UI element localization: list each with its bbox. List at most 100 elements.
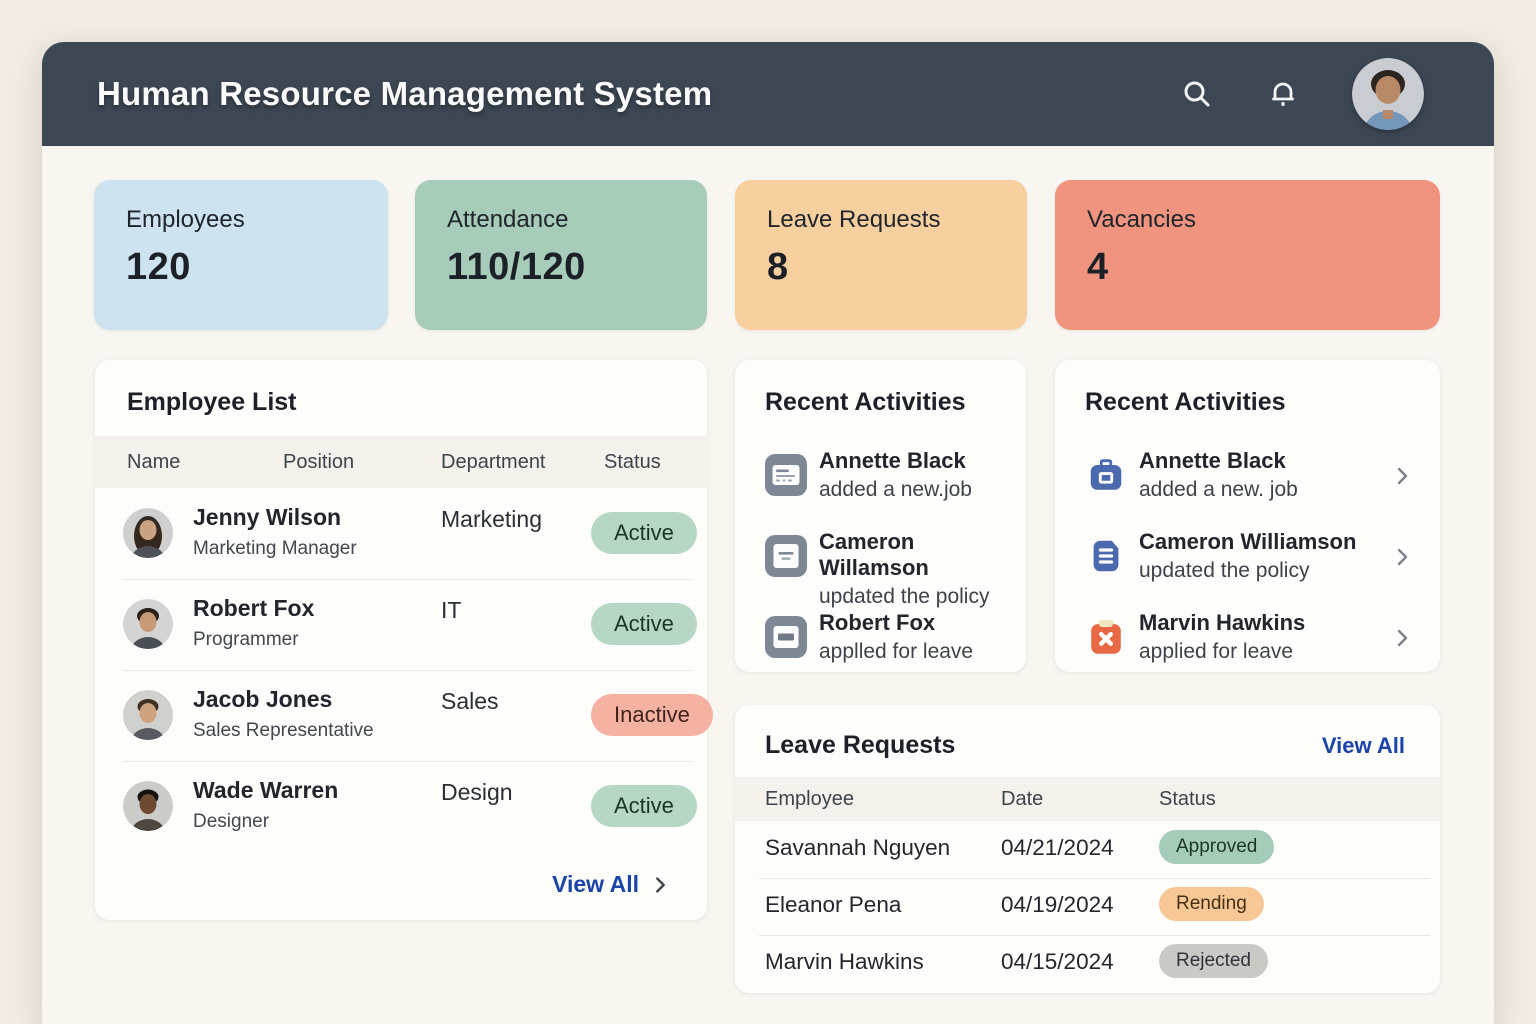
user-avatar[interactable] — [1352, 58, 1424, 130]
recent-activities-card-right: Recent Activities Annette Black added a … — [1055, 360, 1440, 672]
employee-list-view-all-link[interactable]: View All — [552, 871, 671, 898]
activity-action: added a new.job — [819, 478, 972, 501]
employee-name: Robert Fox — [193, 595, 315, 621]
leave-requests-view-all-link[interactable]: View All — [1322, 733, 1405, 759]
hrms-dashboard: Human Resource Management System Employe… — [0, 0, 1536, 1024]
column-header-employee: Employee — [765, 787, 854, 810]
employee-department: Sales — [441, 688, 499, 714]
leave-employee: Savannah Nguyen — [765, 835, 951, 860]
table-row[interactable]: Wade Warren Designer Design Active — [95, 761, 707, 852]
status-badge: Active — [591, 603, 697, 645]
chevron-right-icon[interactable] — [1390, 545, 1414, 569]
employee-list-card: Employee List Name Position Department S… — [95, 360, 713, 920]
list-item[interactable]: Annette Black added a new.job — [735, 442, 1026, 523]
chevron-right-icon[interactable] — [1390, 464, 1414, 488]
briefcase-icon — [1085, 454, 1127, 496]
column-header-position: Position — [283, 450, 355, 473]
employee-position: Programmer — [193, 629, 299, 650]
avatar — [123, 781, 173, 831]
column-header-department: Department — [441, 450, 546, 473]
stat-value: 8 — [767, 246, 789, 288]
recent-activities-card-left: Recent Activities Annette Black added a … — [735, 360, 1026, 672]
activity-person: Cameron Willamson — [819, 529, 929, 580]
app-window: Human Resource Management System Employe… — [42, 42, 1494, 1024]
document-icon — [1085, 535, 1127, 577]
column-header-name: Name — [127, 450, 181, 473]
table-row[interactable]: Jacob Jones Sales Representative Sales I… — [95, 670, 713, 761]
table-row[interactable]: Jenny Wilson Marketing Manager Marketing… — [95, 488, 707, 579]
list-item[interactable]: Cameron Williamson updated the policy — [1055, 523, 1440, 604]
table-row[interactable]: Savannah Nguyen 04/21/2024 Approved — [735, 821, 1440, 878]
stat-card-vacancies: Vacancies 4 — [1055, 180, 1440, 330]
stat-card-attendance: Attendance 110/120 — [415, 180, 707, 330]
avatar — [123, 508, 173, 558]
stat-label: Vacancies — [1087, 206, 1196, 233]
activity-list: Annette Black added a new. job Cameron W… — [1055, 442, 1440, 685]
status-badge: Rejected — [1159, 944, 1268, 978]
table-row[interactable]: Robert Fox Programmer IT Active — [95, 579, 707, 670]
leave-date: 04/15/2024 — [1001, 949, 1114, 974]
stat-value: 110/120 — [447, 246, 586, 288]
activity-text: Annette Black added a new. job — [1139, 448, 1298, 502]
status-badge: Approved — [1159, 830, 1275, 864]
activity-action: added a new. job — [1139, 478, 1298, 501]
stat-label: Attendance — [447, 206, 569, 233]
document-form-icon — [765, 454, 807, 496]
table-row[interactable]: Eleanor Pena 04/19/2024 Rending — [735, 878, 1440, 935]
employee-position: Designer — [193, 811, 270, 832]
stat-label: Employees — [126, 206, 245, 233]
activity-text: Cameron Williamson updated the policy — [1139, 529, 1356, 583]
chevron-right-icon — [656, 876, 665, 893]
activity-list: Annette Black added a new.job Cameron Wi… — [735, 442, 1026, 685]
clipboard-x-icon — [1085, 616, 1127, 658]
column-header-status: Status — [1159, 787, 1216, 810]
employee-name: Wade Warren — [193, 777, 339, 803]
activity-action: applled for leave — [819, 640, 974, 663]
notifications-bell-icon[interactable] — [1266, 77, 1300, 111]
view-all-label: View All — [1321, 733, 1405, 758]
stat-card-leave-requests: Leave Requests 8 — [735, 180, 1027, 330]
activity-person: Annette Black — [819, 448, 966, 473]
leave-table-body: Savannah Nguyen 04/21/2024 Approved Elea… — [735, 821, 1440, 992]
chevron-right-icon[interactable] — [1390, 626, 1414, 650]
activity-action: updated the policy — [1139, 559, 1310, 582]
document-solid-icon — [765, 616, 807, 658]
header-actions — [1180, 58, 1424, 130]
leave-date: 04/21/2024 — [1001, 835, 1114, 860]
search-icon[interactable] — [1180, 77, 1214, 111]
avatar — [123, 690, 173, 740]
leave-employee: Eleanor Pena — [765, 892, 902, 917]
status-badge: Inactive — [591, 694, 713, 736]
recent-activities-title: Recent Activities — [765, 388, 966, 416]
column-header-date: Date — [1001, 787, 1044, 810]
activity-action: applied for leave — [1139, 640, 1294, 663]
activity-person: Annette Black — [1139, 448, 1286, 473]
stat-label: Leave Requests — [767, 206, 941, 233]
document-lines-icon — [765, 535, 807, 577]
status-badge: Active — [591, 785, 697, 827]
employee-department: Design — [441, 779, 513, 805]
activity-text: Marvin Hawkins applied for leave — [1139, 610, 1305, 664]
avatar — [123, 599, 173, 649]
employee-list-title: Employee List — [127, 388, 297, 416]
list-item[interactable]: Marvin Hawkins applied for leave — [1055, 604, 1440, 685]
leave-requests-card: Leave Requests View All Employee Date St… — [735, 705, 1440, 993]
leave-date: 04/19/2024 — [1001, 892, 1114, 917]
list-item[interactable]: Annette Black added a new. job — [1055, 442, 1440, 523]
activity-text: Cameron Willamson updated the policy — [819, 529, 1026, 609]
employee-department: Marketing — [441, 506, 542, 532]
employee-table-header: Name Position Department Status — [95, 436, 707, 488]
employee-department: IT — [441, 597, 462, 623]
list-item[interactable]: Cameron Willamson updated the policy — [735, 523, 1026, 608]
app-title: Human Resource Management System — [97, 75, 713, 112]
activity-text: Robert Fox applled for leave — [819, 610, 973, 664]
leave-employee: Marvin Hawkins — [765, 949, 924, 974]
list-item[interactable]: Robert Fox applled for leave — [735, 604, 1026, 685]
app-header: Human Resource Management System — [42, 42, 1494, 146]
employee-name: Jacob Jones — [193, 686, 333, 712]
employee-table-body: Jenny Wilson Marketing Manager Marketing… — [95, 488, 713, 852]
table-row[interactable]: Marvin Hawkins 04/15/2024 Rejected — [735, 935, 1440, 992]
activity-person: Marvin Hawkins — [1139, 610, 1306, 635]
stat-card-employees: Employees 120 — [94, 180, 388, 330]
recent-activities-title: Recent Activities — [1085, 388, 1286, 416]
